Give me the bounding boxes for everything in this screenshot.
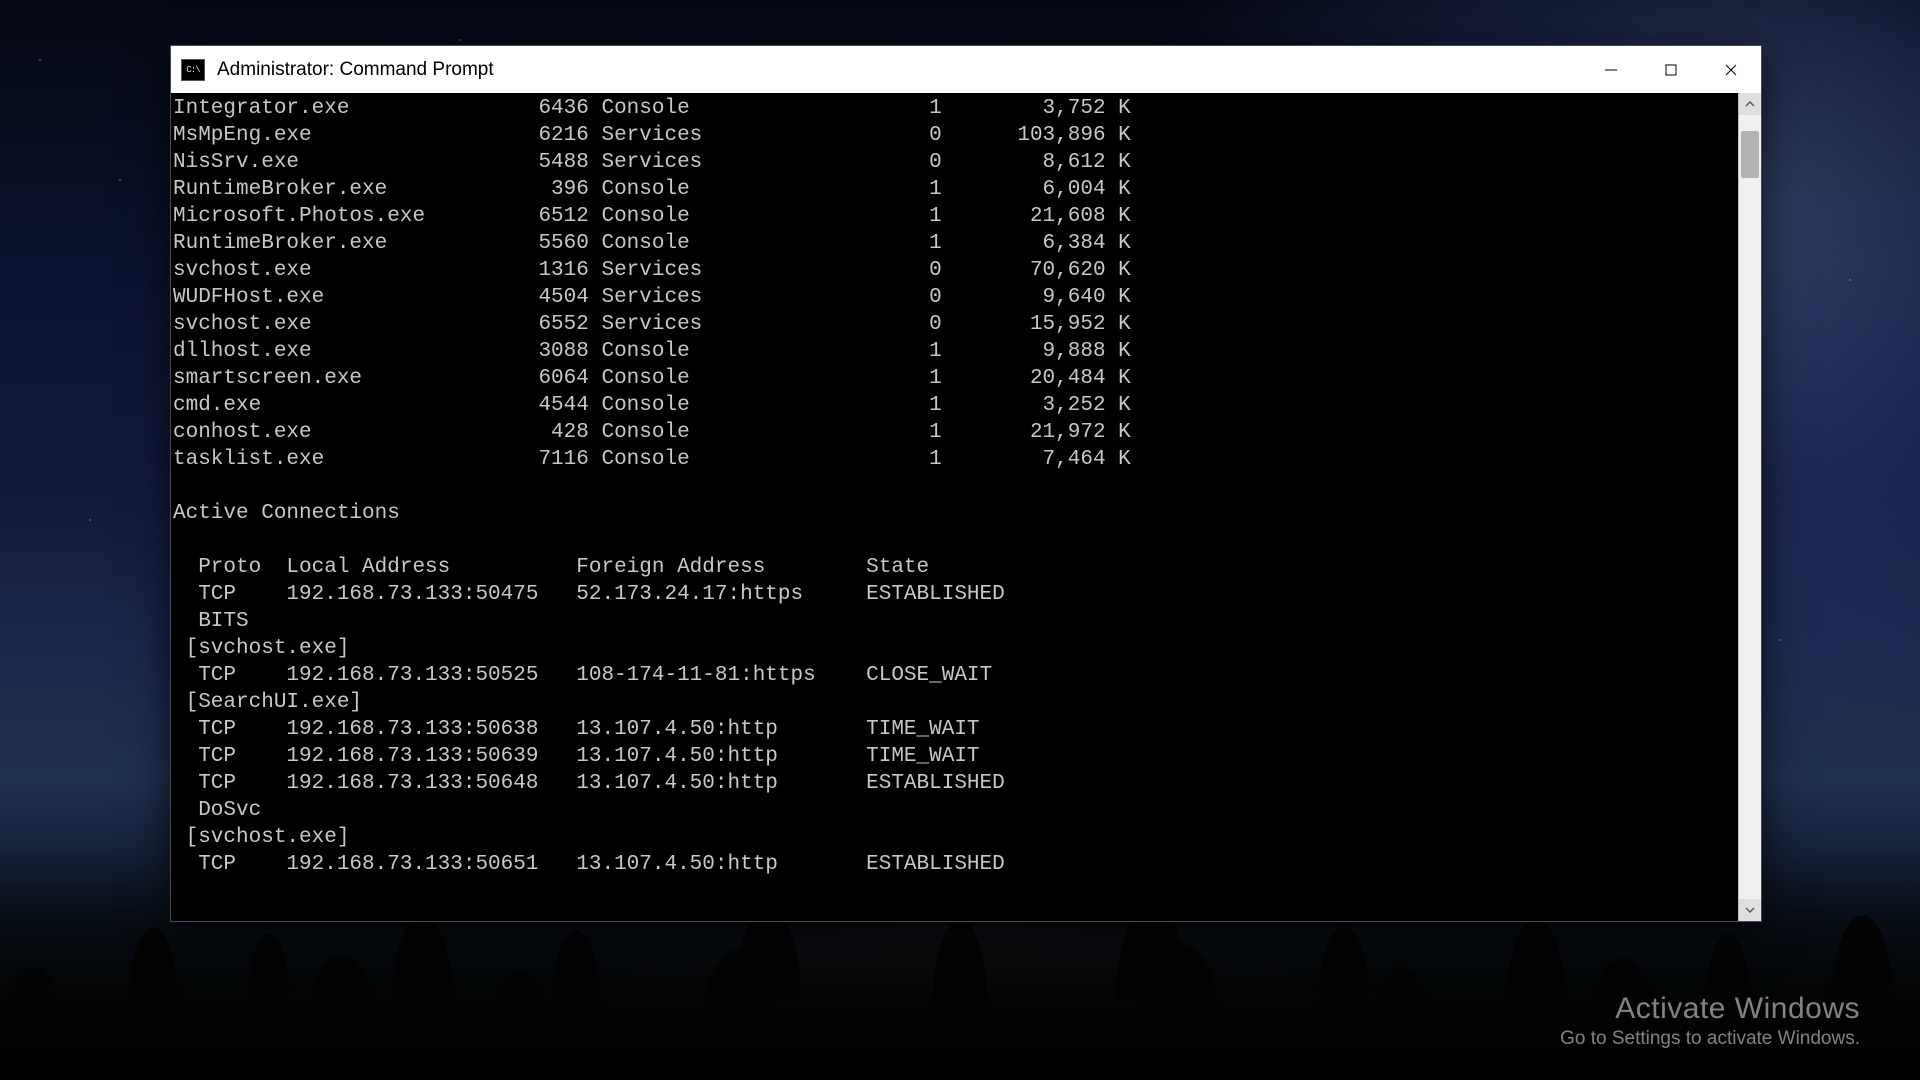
scrollbar-thumb[interactable]	[1741, 131, 1759, 178]
terminal-output[interactable]: Integrator.exe 6436 Console 1 3,752 K Ms…	[171, 93, 1738, 921]
titlebar[interactable]: C:\ Administrator: Command Prompt	[171, 46, 1761, 93]
activate-windows-watermark: Activate Windows Go to Settings to activ…	[1560, 992, 1860, 1050]
window-title: Administrator: Command Prompt	[217, 59, 494, 81]
scroll-down-button[interactable]	[1739, 899, 1761, 921]
minimize-button[interactable]	[1581, 46, 1641, 93]
scroll-up-button[interactable]	[1739, 93, 1761, 115]
watermark-line1: Activate Windows	[1560, 992, 1860, 1026]
command-prompt-window: C:\ Administrator: Command Prompt Integr…	[170, 45, 1762, 922]
cmd-app-icon: C:\	[181, 59, 205, 81]
chevron-up-icon	[1745, 99, 1755, 109]
scrollbar-track[interactable]	[1739, 115, 1761, 899]
maximize-icon	[1664, 63, 1678, 77]
close-icon	[1724, 63, 1738, 77]
close-button[interactable]	[1701, 46, 1761, 93]
minimize-icon	[1604, 63, 1618, 77]
chevron-down-icon	[1745, 905, 1755, 915]
vertical-scrollbar[interactable]	[1738, 93, 1761, 921]
maximize-button[interactable]	[1641, 46, 1701, 93]
watermark-line2: Go to Settings to activate Windows.	[1560, 1028, 1860, 1050]
